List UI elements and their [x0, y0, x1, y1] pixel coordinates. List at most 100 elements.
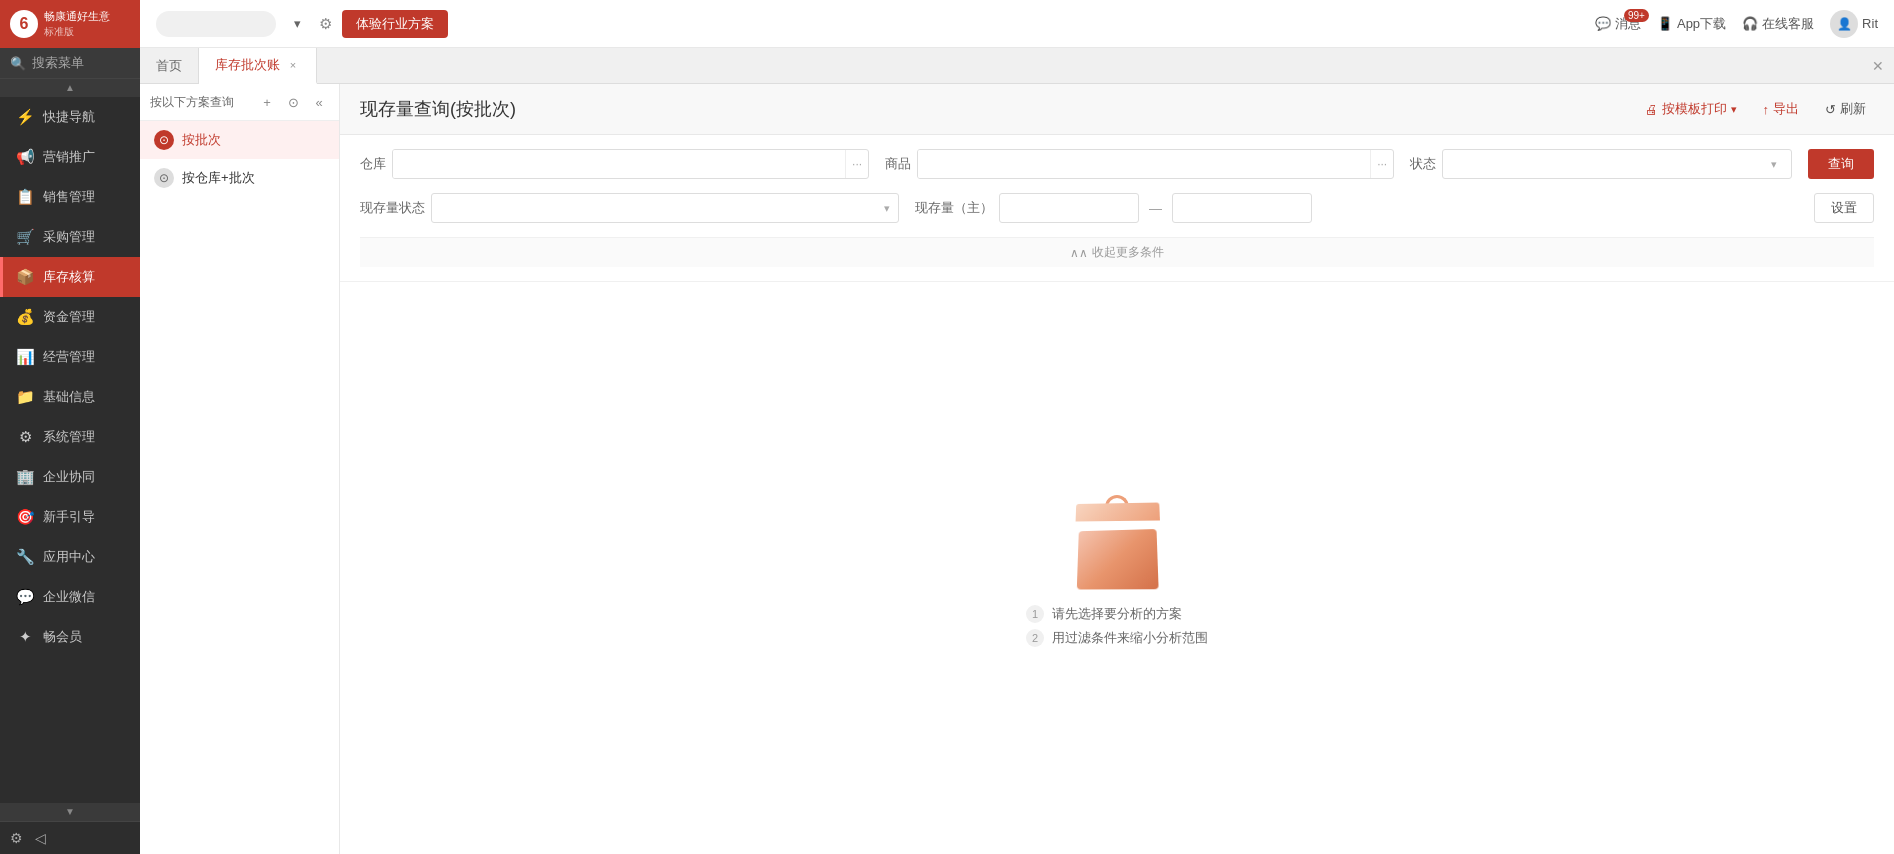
- operations-label: 经营管理: [43, 348, 95, 366]
- appstore-icon: 🔧: [15, 548, 35, 566]
- box-lid: [1076, 502, 1160, 521]
- collapse-up-icon: ∧∧: [1070, 246, 1088, 260]
- tabbar-close-right[interactable]: ✕: [1862, 48, 1894, 84]
- collapse-panel-icon[interactable]: «: [309, 92, 329, 112]
- print-dropdown-icon[interactable]: ▾: [1731, 103, 1737, 116]
- plan-item-by-warehouse-batch[interactable]: ⊙ 按仓库+批次: [140, 159, 339, 197]
- stock-status-select[interactable]: ▾: [431, 193, 899, 223]
- wechat-icon: 💬: [15, 588, 35, 606]
- left-panel: 按以下方案查询 + ⊙ « ⊙ 按批次 ⊙ 按仓库+批次: [140, 84, 340, 854]
- status-dropdown-icon[interactable]: ▾: [1771, 158, 1783, 171]
- empty-state: 1 请先选择要分析的方案 2 用过滤条件来缩小分析范围: [340, 282, 1894, 854]
- settings-icon[interactable]: ⚙: [10, 830, 23, 846]
- query-button[interactable]: 查询: [1808, 149, 1874, 179]
- status-input[interactable]: [1451, 150, 1771, 178]
- mobile-icon: 📱: [1657, 16, 1673, 31]
- finance-icon: 💰: [15, 308, 35, 326]
- tab-home[interactable]: 首页: [140, 48, 199, 84]
- sidebar-header: 6 畅康通好生意 标准版: [0, 0, 140, 48]
- topbar-dropdown[interactable]: ▾: [286, 12, 309, 35]
- sidebar-item-marketing[interactable]: 📢 营销推广: [0, 137, 140, 177]
- empty-hints: 1 请先选择要分析的方案 2 用过滤条件来缩小分析范围: [1026, 605, 1208, 647]
- sidebar-item-wechat[interactable]: 💬 企业微信: [0, 577, 140, 617]
- export-label: 导出: [1773, 100, 1799, 118]
- inventory-label: 库存核算: [43, 268, 95, 286]
- stock-status-arrow: ▾: [884, 202, 890, 215]
- status-select[interactable]: ▾: [1442, 149, 1792, 179]
- inventory-icon: 📦: [15, 268, 35, 286]
- settings-button[interactable]: 设置: [1814, 193, 1874, 223]
- hint-item-1: 1 请先选择要分析的方案: [1026, 605, 1208, 623]
- sidebar-item-basic[interactable]: 📁 基础信息: [0, 377, 140, 417]
- topbar-gear-icon[interactable]: ⚙: [319, 15, 332, 33]
- sidebar-item-inventory[interactable]: 📦 库存核算: [0, 257, 140, 297]
- filter-row-1: 仓库 ··· 商品 ···: [360, 149, 1874, 179]
- tab-inventory-batch[interactable]: 库存批次账 ×: [199, 48, 317, 84]
- tabbar: 首页 库存批次账 × ✕: [140, 48, 1894, 84]
- messages-item[interactable]: 💬 消息 99+: [1595, 15, 1641, 33]
- search-menu-item[interactable]: 🔍 搜索菜单: [0, 48, 140, 79]
- sidebar-item-finance[interactable]: 💰 资金管理: [0, 297, 140, 337]
- hint-num-2: 2: [1026, 629, 1044, 647]
- user-name: Rit: [1862, 16, 1878, 31]
- warehouse-input[interactable]: [393, 150, 845, 178]
- sidebar-item-enterprise[interactable]: 🏢 企业协同: [0, 457, 140, 497]
- product-input-box[interactable]: ···: [917, 149, 1394, 179]
- purchase-icon: 🛒: [15, 228, 35, 246]
- sales-label: 销售管理: [43, 188, 95, 206]
- product-more-icon[interactable]: ···: [1370, 150, 1393, 178]
- empty-icon: [1067, 489, 1167, 589]
- sidebar-item-quick-nav[interactable]: ⚡ 快捷导航: [0, 97, 140, 137]
- plan-icon-batch: ⊙: [154, 130, 174, 150]
- stock-qty-from[interactable]: [999, 193, 1139, 223]
- collapse-conditions-btn[interactable]: ∧∧ 收起更多条件: [360, 237, 1874, 267]
- stock-qty-to[interactable]: [1172, 193, 1312, 223]
- app-download-label: App下载: [1677, 15, 1726, 33]
- warehouse-more-icon[interactable]: ···: [845, 150, 868, 178]
- industry-btn[interactable]: 体验行业方案: [342, 10, 448, 38]
- export-btn[interactable]: ↑ 导出: [1755, 96, 1808, 122]
- status-filter-label: 状态: [1410, 155, 1436, 173]
- sidebar-company-info: 畅康通好生意 标准版: [44, 9, 110, 38]
- close-tab-icon: ✕: [1872, 58, 1884, 74]
- sidebar-item-purchase[interactable]: 🛒 采购管理: [0, 217, 140, 257]
- filter-product: 商品 ···: [885, 149, 1394, 179]
- sidebar-item-newbie[interactable]: 🎯 新手引导: [0, 497, 140, 537]
- print-template-btn[interactable]: 🖨 按模板打印 ▾: [1637, 96, 1745, 122]
- operations-icon: 📊: [15, 348, 35, 366]
- app-download-item[interactable]: 📱 App下载: [1657, 15, 1726, 33]
- sidebar-nav: ⚡ 快捷导航 📢 营销推广 📋 销售管理 🛒 采购管理 📦 库存核算 💰 资金管…: [0, 97, 140, 803]
- sidebar-item-sales[interactable]: 📋 销售管理: [0, 177, 140, 217]
- user-avatar-item[interactable]: 👤 Rit: [1830, 10, 1878, 38]
- plan-item-by-batch[interactable]: ⊙ 按批次: [140, 121, 339, 159]
- member-icon: ✦: [15, 628, 35, 646]
- avatar-text: 👤: [1837, 17, 1852, 31]
- topbar-right: 💬 消息 99+ 📱 App下载 🎧 在线客服 👤 Rit: [1595, 10, 1878, 38]
- product-filter-label: 商品: [885, 155, 911, 173]
- product-input[interactable]: [918, 150, 1370, 178]
- stock-status-label: 现存量状态: [360, 199, 425, 217]
- sidebar-scroll-up[interactable]: ▲: [0, 79, 140, 97]
- sidebar-item-system[interactable]: ⚙ 系统管理: [0, 417, 140, 457]
- sidebar-bottom: ⚙ ◁: [0, 821, 140, 854]
- plan-settings-icon[interactable]: ⊙: [283, 92, 303, 112]
- online-support-item[interactable]: 🎧 在线客服: [1742, 15, 1814, 33]
- sidebar-item-operations[interactable]: 📊 经营管理: [0, 337, 140, 377]
- sidebar-item-member[interactable]: ✦ 畅会员: [0, 617, 140, 657]
- toggle-sidebar-icon[interactable]: ◁: [35, 830, 46, 846]
- tab-close-icon[interactable]: ×: [286, 58, 300, 72]
- box-body: [1077, 529, 1159, 589]
- refresh-btn[interactable]: ↺ 刷新: [1817, 96, 1874, 122]
- add-plan-icon[interactable]: +: [257, 92, 277, 112]
- filter-settings-area: 设置: [1470, 193, 1874, 223]
- search-icon: 🔍: [10, 56, 26, 71]
- basic-icon: 📁: [15, 388, 35, 406]
- wechat-label: 企业微信: [43, 588, 95, 606]
- plan-icon-warehouse-batch: ⊙: [154, 168, 174, 188]
- title-actions: 🖨 按模板打印 ▾ ↑ 导出 ↺ 刷新: [1637, 96, 1875, 122]
- tab-inventory-batch-label: 库存批次账: [215, 56, 280, 74]
- sidebar-item-appstore[interactable]: 🔧 应用中心: [0, 537, 140, 577]
- filter-warehouse: 仓库 ···: [360, 149, 869, 179]
- sidebar-scroll-down[interactable]: ▼: [0, 803, 140, 821]
- warehouse-input-box[interactable]: ···: [392, 149, 869, 179]
